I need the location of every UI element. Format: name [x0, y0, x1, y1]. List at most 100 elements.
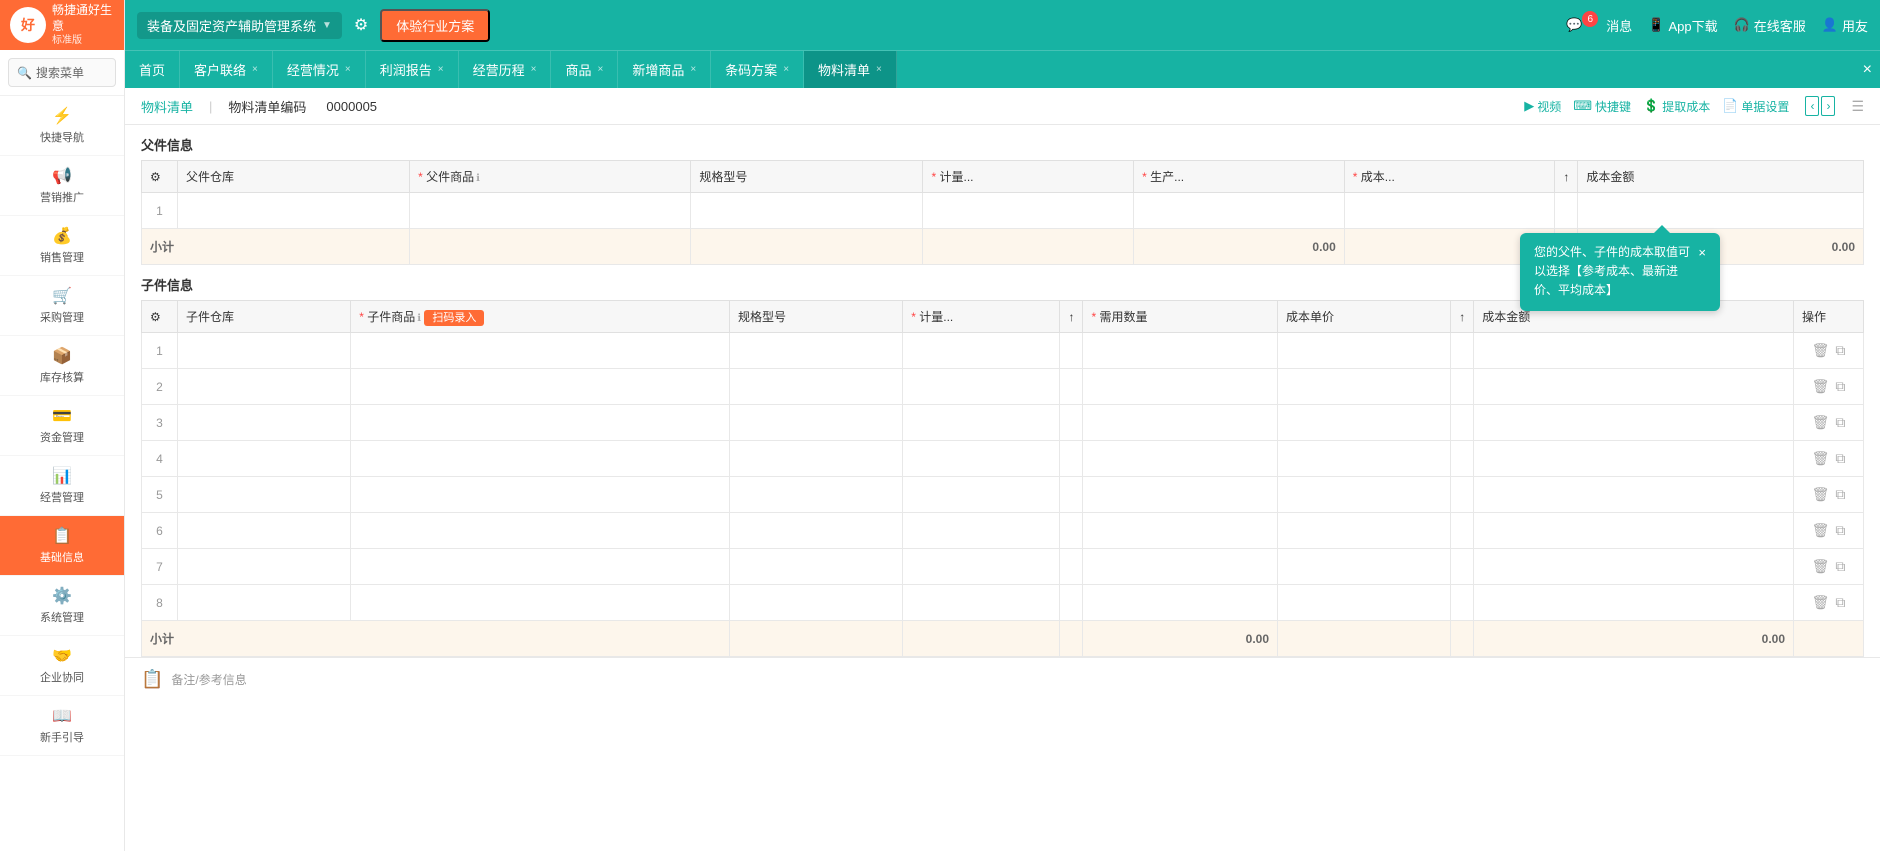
- tab-customer[interactable]: 客户联络×: [180, 51, 273, 89]
- tab-profit-close[interactable]: ×: [438, 64, 444, 75]
- child-unit-cost-7[interactable]: [1278, 549, 1451, 585]
- tab-goods[interactable]: 商品×: [551, 51, 618, 89]
- parent-spec-1[interactable]: [691, 193, 923, 229]
- sidebar-item-purchase[interactable]: 🛒 采购管理: [0, 276, 124, 336]
- tab-home[interactable]: 首页: [125, 51, 180, 89]
- copy-icon-3[interactable]: ⧉: [1835, 414, 1845, 431]
- tab-new-goods[interactable]: 新增商品×: [618, 51, 711, 89]
- tab-new-goods-close[interactable]: ×: [690, 64, 696, 75]
- tab-customer-close[interactable]: ×: [252, 64, 258, 75]
- child-spec-7[interactable]: [730, 549, 903, 585]
- child-spec-3[interactable]: [730, 405, 903, 441]
- tab-goods-close[interactable]: ×: [597, 64, 603, 75]
- child-spec-4[interactable]: [730, 441, 903, 477]
- child-product-8[interactable]: [351, 585, 730, 621]
- child-unit-8[interactable]: [903, 585, 1060, 621]
- child-product-3[interactable]: [351, 405, 730, 441]
- child-unit-1[interactable]: [903, 333, 1060, 369]
- parent-product-1[interactable]: [410, 193, 691, 229]
- next-arrow[interactable]: ›: [1821, 96, 1835, 116]
- child-quantity-5[interactable]: [1083, 477, 1278, 513]
- tab-history-close[interactable]: ×: [531, 64, 537, 75]
- child-spec-2[interactable]: [730, 369, 903, 405]
- view-action[interactable]: ▶ 视频: [1524, 98, 1561, 115]
- copy-icon-1[interactable]: ⧉: [1835, 342, 1845, 359]
- sidebar-item-inventory[interactable]: 📦 库存核算: [0, 336, 124, 396]
- tab-bom[interactable]: 物料清单×: [804, 51, 897, 89]
- child-warehouse-1[interactable]: [178, 333, 351, 369]
- child-spec-5[interactable]: [730, 477, 903, 513]
- th-parent-sortasc[interactable]: ↑: [1555, 161, 1578, 193]
- child-unit-3[interactable]: [903, 405, 1060, 441]
- child-warehouse-5[interactable]: [178, 477, 351, 513]
- close-all-tabs[interactable]: ×: [1855, 61, 1880, 79]
- parent-unit-1[interactable]: [923, 193, 1134, 229]
- copy-icon-2[interactable]: ⧉: [1835, 378, 1845, 395]
- child-warehouse-2[interactable]: [178, 369, 351, 405]
- child-quantity-7[interactable]: [1083, 549, 1278, 585]
- parent-cost-1[interactable]: [1344, 193, 1555, 229]
- delete-icon-2[interactable]: 🗑: [1812, 378, 1830, 395]
- child-product-6[interactable]: [351, 513, 730, 549]
- sidebar-item-enterprise[interactable]: 🤝 企业协同: [0, 636, 124, 696]
- tab-barcode-close[interactable]: ×: [783, 64, 789, 75]
- child-unit-6[interactable]: [903, 513, 1060, 549]
- sidebar-item-system[interactable]: ⚙️ 系统管理: [0, 576, 124, 636]
- child-warehouse-3[interactable]: [178, 405, 351, 441]
- child-quantity-4[interactable]: [1083, 441, 1278, 477]
- child-unit-cost-5[interactable]: [1278, 477, 1451, 513]
- tab-bom-close[interactable]: ×: [876, 64, 882, 75]
- child-unit-cost-2[interactable]: [1278, 369, 1451, 405]
- gear-icon[interactable]: ⚙: [350, 11, 372, 39]
- sidebar-item-operation[interactable]: 📊 经营管理: [0, 456, 124, 516]
- shortcut-action[interactable]: ⌨ 快捷键: [1573, 98, 1631, 115]
- tab-operation-status[interactable]: 经营情况×: [273, 51, 366, 89]
- delete-icon-5[interactable]: 🗑: [1812, 486, 1830, 503]
- child-product-4[interactable]: [351, 441, 730, 477]
- copy-icon-4[interactable]: ⧉: [1835, 450, 1845, 467]
- search-button[interactable]: 🔍 搜索菜单: [8, 58, 116, 87]
- trial-button[interactable]: 体验行业方案: [380, 9, 490, 42]
- copy-icon-7[interactable]: ⧉: [1835, 558, 1845, 575]
- child-product-7[interactable]: [351, 549, 730, 585]
- tooltip-close-button[interactable]: ×: [1698, 243, 1706, 264]
- child-spec-6[interactable]: [730, 513, 903, 549]
- tab-profit[interactable]: 利润报告×: [366, 51, 459, 89]
- grid-view-icon[interactable]: ☰: [1851, 98, 1864, 115]
- child-unit-cost-6[interactable]: [1278, 513, 1451, 549]
- child-quantity-3[interactable]: [1083, 405, 1278, 441]
- sidebar-item-guide[interactable]: 📖 新手引导: [0, 696, 124, 756]
- sidebar-item-finance[interactable]: 💳 资金管理: [0, 396, 124, 456]
- child-product-1[interactable]: [351, 333, 730, 369]
- child-unit-2[interactable]: [903, 369, 1060, 405]
- app-download-action[interactable]: 📱 App下载: [1648, 16, 1717, 35]
- child-warehouse-8[interactable]: [178, 585, 351, 621]
- delete-icon-7[interactable]: 🗑: [1812, 558, 1830, 575]
- settings-action[interactable]: 📄 单据设置: [1722, 98, 1789, 115]
- child-unit-5[interactable]: [903, 477, 1060, 513]
- tab-operation-status-close[interactable]: ×: [345, 64, 351, 75]
- child-quantity-2[interactable]: [1083, 369, 1278, 405]
- th-child-sortasc2[interactable]: ↑: [1451, 301, 1474, 333]
- child-warehouse-4[interactable]: [178, 441, 351, 477]
- child-unit-cost-3[interactable]: [1278, 405, 1451, 441]
- delete-icon-6[interactable]: 🗑: [1812, 522, 1830, 539]
- child-quantity-1[interactable]: [1083, 333, 1278, 369]
- scan-input-button[interactable]: 扫码录入: [424, 310, 484, 326]
- child-unit-cost-4[interactable]: [1278, 441, 1451, 477]
- child-product-2[interactable]: [351, 369, 730, 405]
- child-spec-1[interactable]: [730, 333, 903, 369]
- child-spec-8[interactable]: [730, 585, 903, 621]
- delete-icon-1[interactable]: 🗑: [1812, 342, 1830, 359]
- th-parent-gear[interactable]: ⚙: [142, 161, 178, 193]
- child-warehouse-6[interactable]: [178, 513, 351, 549]
- child-quantity-8[interactable]: [1083, 585, 1278, 621]
- copy-icon-6[interactable]: ⧉: [1835, 522, 1845, 539]
- delete-icon-8[interactable]: 🗑: [1812, 594, 1830, 611]
- copy-icon-8[interactable]: ⧉: [1835, 594, 1845, 611]
- copy-icon-5[interactable]: ⧉: [1835, 486, 1845, 503]
- prev-arrow[interactable]: ‹: [1805, 96, 1819, 116]
- breadcrumb-main[interactable]: 物料清单: [141, 97, 193, 116]
- parent-warehouse-1[interactable]: [178, 193, 410, 229]
- sidebar-item-sales[interactable]: 💰 销售管理: [0, 216, 124, 276]
